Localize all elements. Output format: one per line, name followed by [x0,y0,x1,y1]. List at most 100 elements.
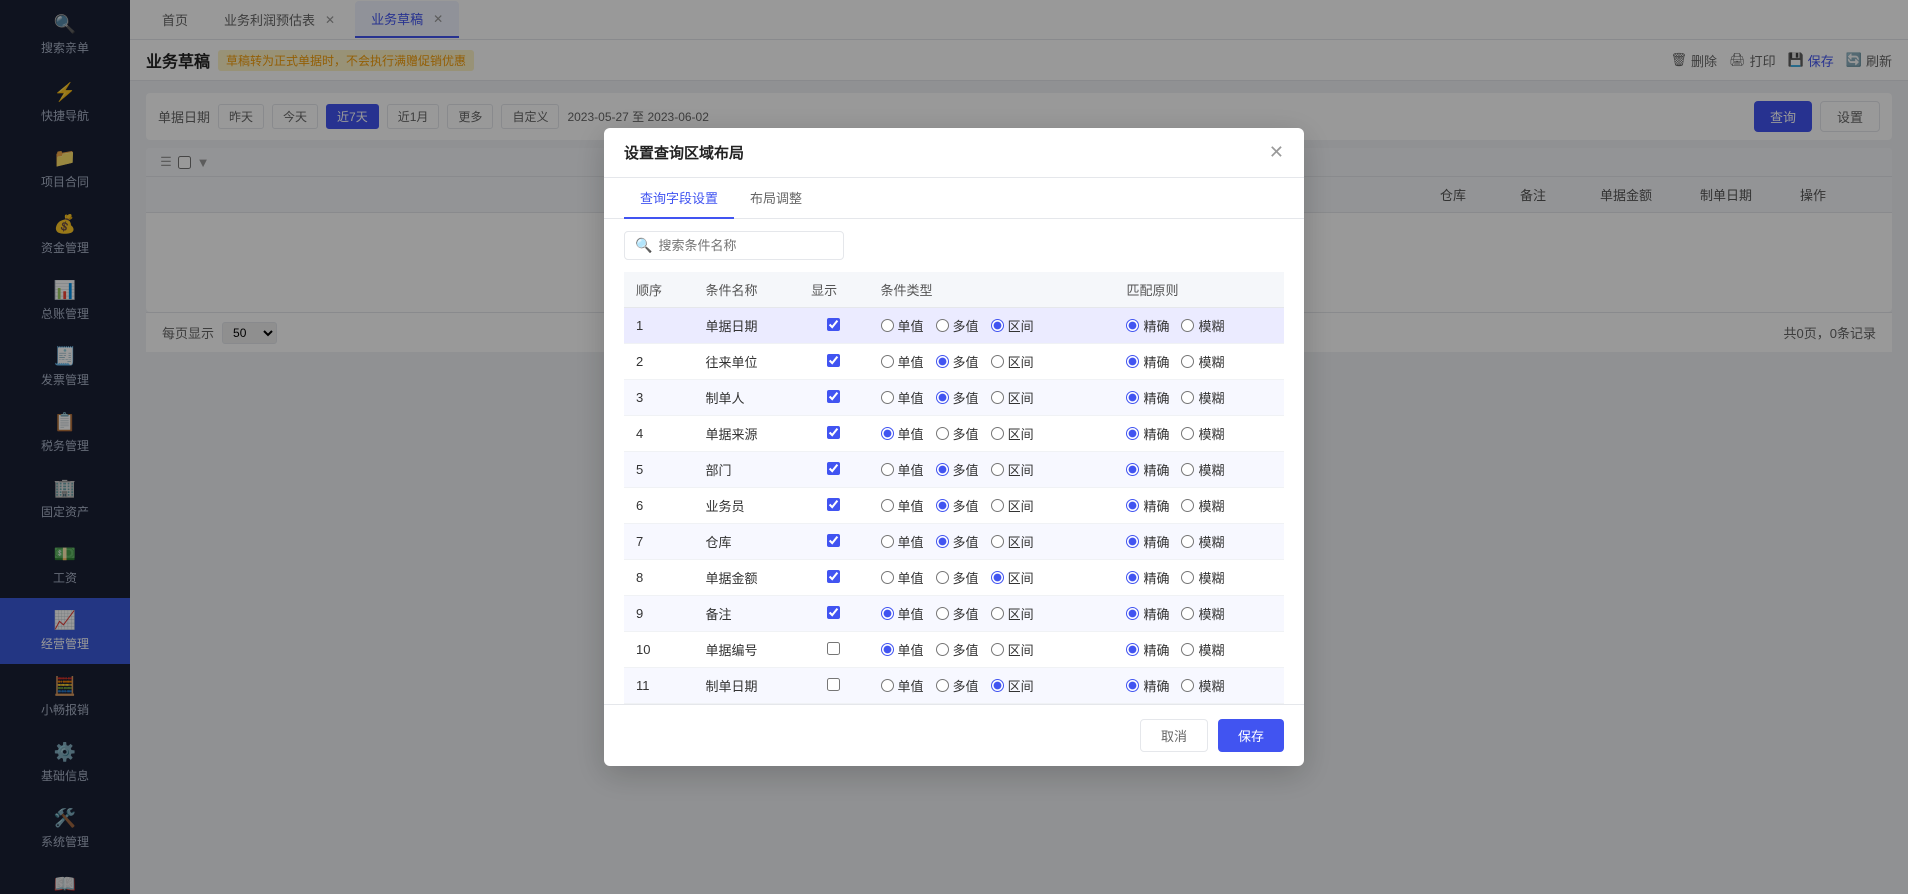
show-checkbox-6[interactable] [827,498,840,511]
cell-type-7: 单值 多值 区间 [869,524,1115,560]
show-checkbox-4[interactable] [827,426,840,439]
cell-name-9: 备注 [693,596,799,632]
type-multi-7[interactable]: 多值 [936,532,979,551]
match-fuzzy-8[interactable]: 模糊 [1181,568,1224,587]
type-range-1[interactable]: 区间 [991,316,1034,335]
cell-type-6: 单值 多值 区间 [869,488,1115,524]
type-range-10[interactable]: 区间 [991,640,1034,659]
type-multi-9[interactable]: 多值 [936,604,979,623]
cell-type-10: 单值 多值 区间 [869,632,1115,668]
match-exact-3[interactable]: 精确 [1126,388,1169,407]
match-exact-1[interactable]: 精确 [1126,316,1169,335]
cell-show-4[interactable] [799,416,868,452]
match-fuzzy-9[interactable]: 模糊 [1181,604,1224,623]
cell-match-8: 精确 模糊 [1114,560,1284,596]
cell-show-11[interactable] [799,668,868,704]
cell-name-2: 往来单位 [693,344,799,380]
type-range-7[interactable]: 区间 [991,532,1034,551]
cell-show-2[interactable] [799,344,868,380]
match-fuzzy-6[interactable]: 模糊 [1181,496,1224,515]
type-multi-2[interactable]: 多值 [936,352,979,371]
cell-type-4: 单值 多值 区间 [869,416,1115,452]
cell-show-1[interactable] [799,308,868,344]
show-checkbox-7[interactable] [827,534,840,547]
show-checkbox-8[interactable] [827,570,840,583]
type-multi-1[interactable]: 多值 [936,316,979,335]
type-single-8[interactable]: 单值 [881,568,924,587]
type-range-2[interactable]: 区间 [991,352,1034,371]
type-single-9[interactable]: 单值 [881,604,924,623]
match-fuzzy-3[interactable]: 模糊 [1181,388,1224,407]
dialog-save-button[interactable]: 保存 [1218,719,1284,752]
type-range-6[interactable]: 区间 [991,496,1034,515]
show-checkbox-1[interactable] [827,318,840,331]
cancel-button[interactable]: 取消 [1140,719,1208,752]
search-input[interactable] [658,238,833,253]
type-range-3[interactable]: 区间 [991,388,1034,407]
cell-order-1: 1 [624,308,693,344]
match-exact-6[interactable]: 精确 [1126,496,1169,515]
cell-type-2: 单值 多值 区间 [869,344,1115,380]
show-checkbox-9[interactable] [827,606,840,619]
type-single-5[interactable]: 单值 [881,460,924,479]
th-type: 条件类型 [869,272,1115,308]
type-single-4[interactable]: 单值 [881,424,924,443]
cell-show-8[interactable] [799,560,868,596]
type-range-9[interactable]: 区间 [991,604,1034,623]
match-exact-5[interactable]: 精确 [1126,460,1169,479]
match-exact-9[interactable]: 精确 [1126,604,1169,623]
cell-show-5[interactable] [799,452,868,488]
type-single-2[interactable]: 单值 [881,352,924,371]
show-checkbox-2[interactable] [827,354,840,367]
type-single-3[interactable]: 单值 [881,388,924,407]
cell-show-9[interactable] [799,596,868,632]
match-fuzzy-5[interactable]: 模糊 [1181,460,1224,479]
show-checkbox-10[interactable] [827,642,840,655]
match-exact-2[interactable]: 精确 [1126,352,1169,371]
dialog-tab-layout[interactable]: 布局调整 [734,178,818,219]
match-exact-4[interactable]: 精确 [1126,424,1169,443]
match-fuzzy-1[interactable]: 模糊 [1181,316,1224,335]
settings-row-9: 9 备注 单值 多值 区间 [624,596,1284,632]
type-range-5[interactable]: 区间 [991,460,1034,479]
cell-match-1: 精确 模糊 [1114,308,1284,344]
match-exact-7[interactable]: 精确 [1126,532,1169,551]
type-multi-3[interactable]: 多值 [936,388,979,407]
show-checkbox-3[interactable] [827,390,840,403]
cell-name-5: 部门 [693,452,799,488]
type-multi-5[interactable]: 多值 [936,460,979,479]
cell-match-5: 精确 模糊 [1114,452,1284,488]
type-multi-4[interactable]: 多值 [936,424,979,443]
type-multi-8[interactable]: 多值 [936,568,979,587]
type-range-4[interactable]: 区间 [991,424,1034,443]
type-single-6[interactable]: 单值 [881,496,924,515]
match-fuzzy-2[interactable]: 模糊 [1181,352,1224,371]
dialog-close-button[interactable]: ✕ [1269,142,1284,163]
type-multi-10[interactable]: 多值 [936,640,979,659]
cell-show-3[interactable] [799,380,868,416]
cell-show-10[interactable] [799,632,868,668]
match-exact-11[interactable]: 精确 [1126,676,1169,695]
match-fuzzy-4[interactable]: 模糊 [1181,424,1224,443]
cell-name-10: 单据编号 [693,632,799,668]
show-checkbox-5[interactable] [827,462,840,475]
match-fuzzy-7[interactable]: 模糊 [1181,532,1224,551]
cell-show-7[interactable] [799,524,868,560]
cell-type-8: 单值 多值 区间 [869,560,1115,596]
type-single-7[interactable]: 单值 [881,532,924,551]
type-single-11[interactable]: 单值 [881,676,924,695]
show-checkbox-11[interactable] [827,678,840,691]
cell-show-6[interactable] [799,488,868,524]
match-fuzzy-10[interactable]: 模糊 [1181,640,1224,659]
type-single-10[interactable]: 单值 [881,640,924,659]
cell-match-2: 精确 模糊 [1114,344,1284,380]
dialog-tab-fields[interactable]: 查询字段设置 [624,178,734,219]
match-fuzzy-11[interactable]: 模糊 [1181,676,1224,695]
type-multi-6[interactable]: 多值 [936,496,979,515]
type-single-1[interactable]: 单值 [881,316,924,335]
type-multi-11[interactable]: 多值 [936,676,979,695]
match-exact-8[interactable]: 精确 [1126,568,1169,587]
match-exact-10[interactable]: 精确 [1126,640,1169,659]
type-range-11[interactable]: 区间 [991,676,1034,695]
type-range-8[interactable]: 区间 [991,568,1034,587]
